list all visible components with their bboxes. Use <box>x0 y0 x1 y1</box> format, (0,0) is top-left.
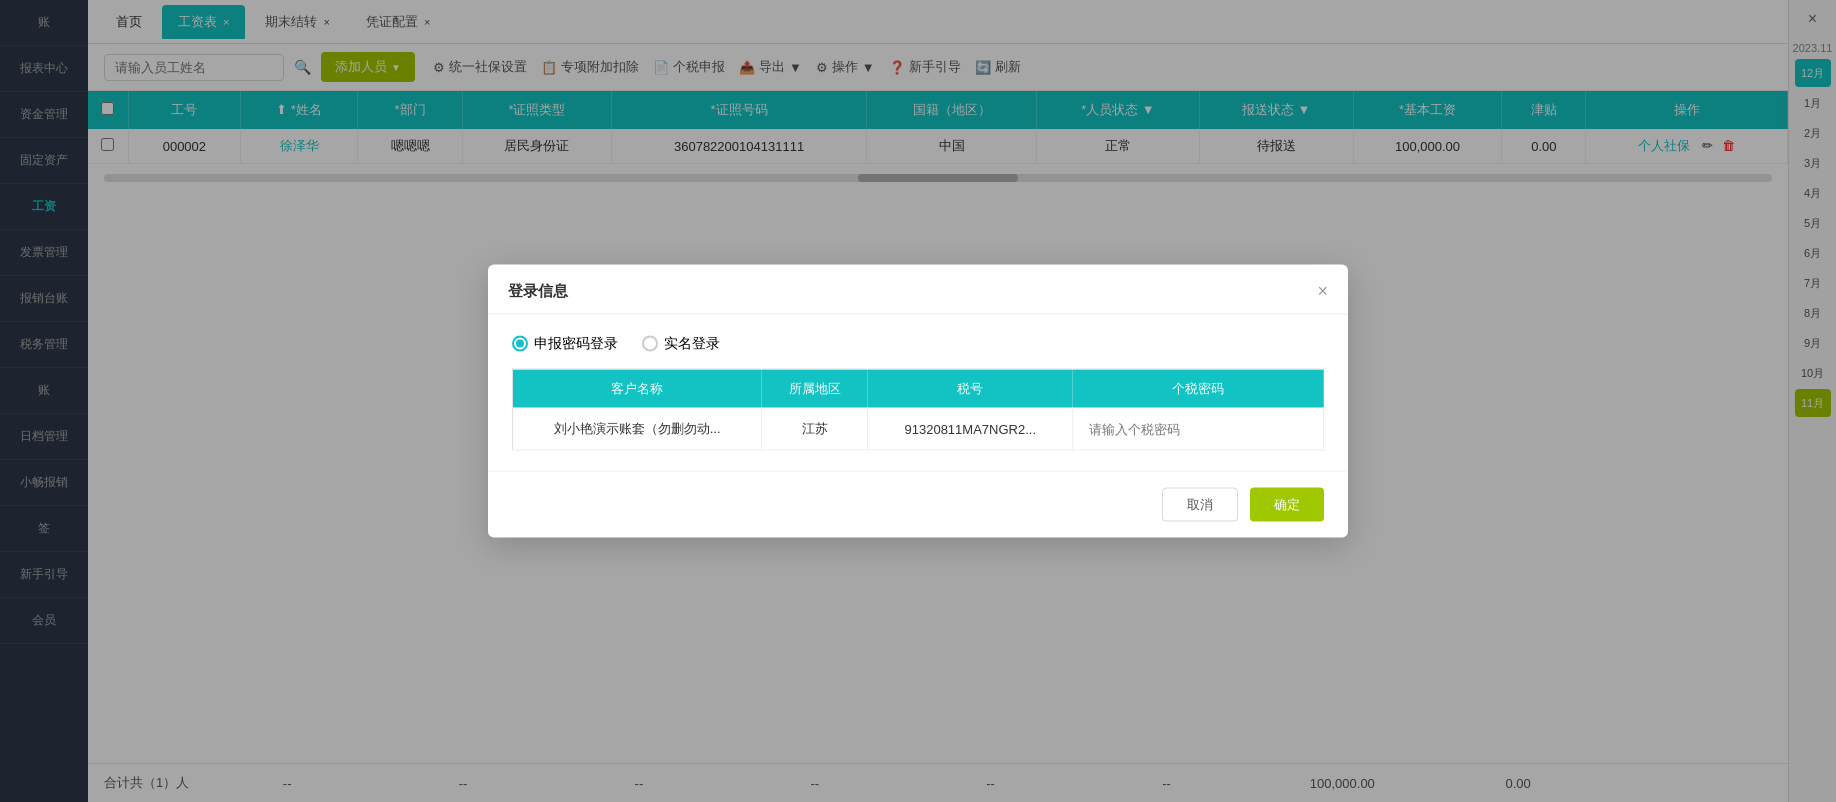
client-name-cell: 刘小艳演示账套（勿删勿动... <box>513 408 762 451</box>
radio-group: 申报密码登录 实名登录 <box>512 335 1324 353</box>
login-info-dialog: 登录信息 × 申报密码登录 实名登录 客户名称 所属地区 税号 个税密码 <box>488 265 1348 538</box>
dialog-body: 申报密码登录 实名登录 客户名称 所属地区 税号 个税密码 刘小艳演示账套（勿删… <box>488 315 1348 471</box>
col-client-name: 客户名称 <box>513 369 762 408</box>
dialog-close-button[interactable]: × <box>1317 281 1328 302</box>
radio-realname-login[interactable]: 实名登录 <box>642 335 720 353</box>
tax-password-input-cell[interactable] <box>1073 408 1324 451</box>
dialog-table-header: 客户名称 所属地区 税号 个税密码 <box>513 369 1324 408</box>
region-cell: 江苏 <box>762 408 868 451</box>
col-region: 所属地区 <box>762 369 868 408</box>
tax-number-cell: 91320811MA7NGR2... <box>868 408 1073 451</box>
radio-password-icon <box>512 336 528 352</box>
col-tax-password: 个税密码 <box>1073 369 1324 408</box>
radio-password-login[interactable]: 申报密码登录 <box>512 335 618 353</box>
col-tax-number: 税号 <box>868 369 1073 408</box>
dialog-header: 登录信息 × <box>488 265 1348 315</box>
dialog-table-row: 刘小艳演示账套（勿删勿动... 江苏 91320811MA7NGR2... <box>513 408 1324 451</box>
dialog-footer: 取消 确定 <box>488 471 1348 538</box>
cancel-button[interactable]: 取消 <box>1162 488 1238 522</box>
radio-realname-icon <box>642 336 658 352</box>
confirm-button[interactable]: 确定 <box>1250 488 1324 522</box>
dialog-client-table: 客户名称 所属地区 税号 个税密码 刘小艳演示账套（勿删勿动... 江苏 913… <box>512 369 1324 451</box>
tax-password-input[interactable] <box>1089 421 1307 436</box>
dialog-title: 登录信息 <box>508 282 568 301</box>
